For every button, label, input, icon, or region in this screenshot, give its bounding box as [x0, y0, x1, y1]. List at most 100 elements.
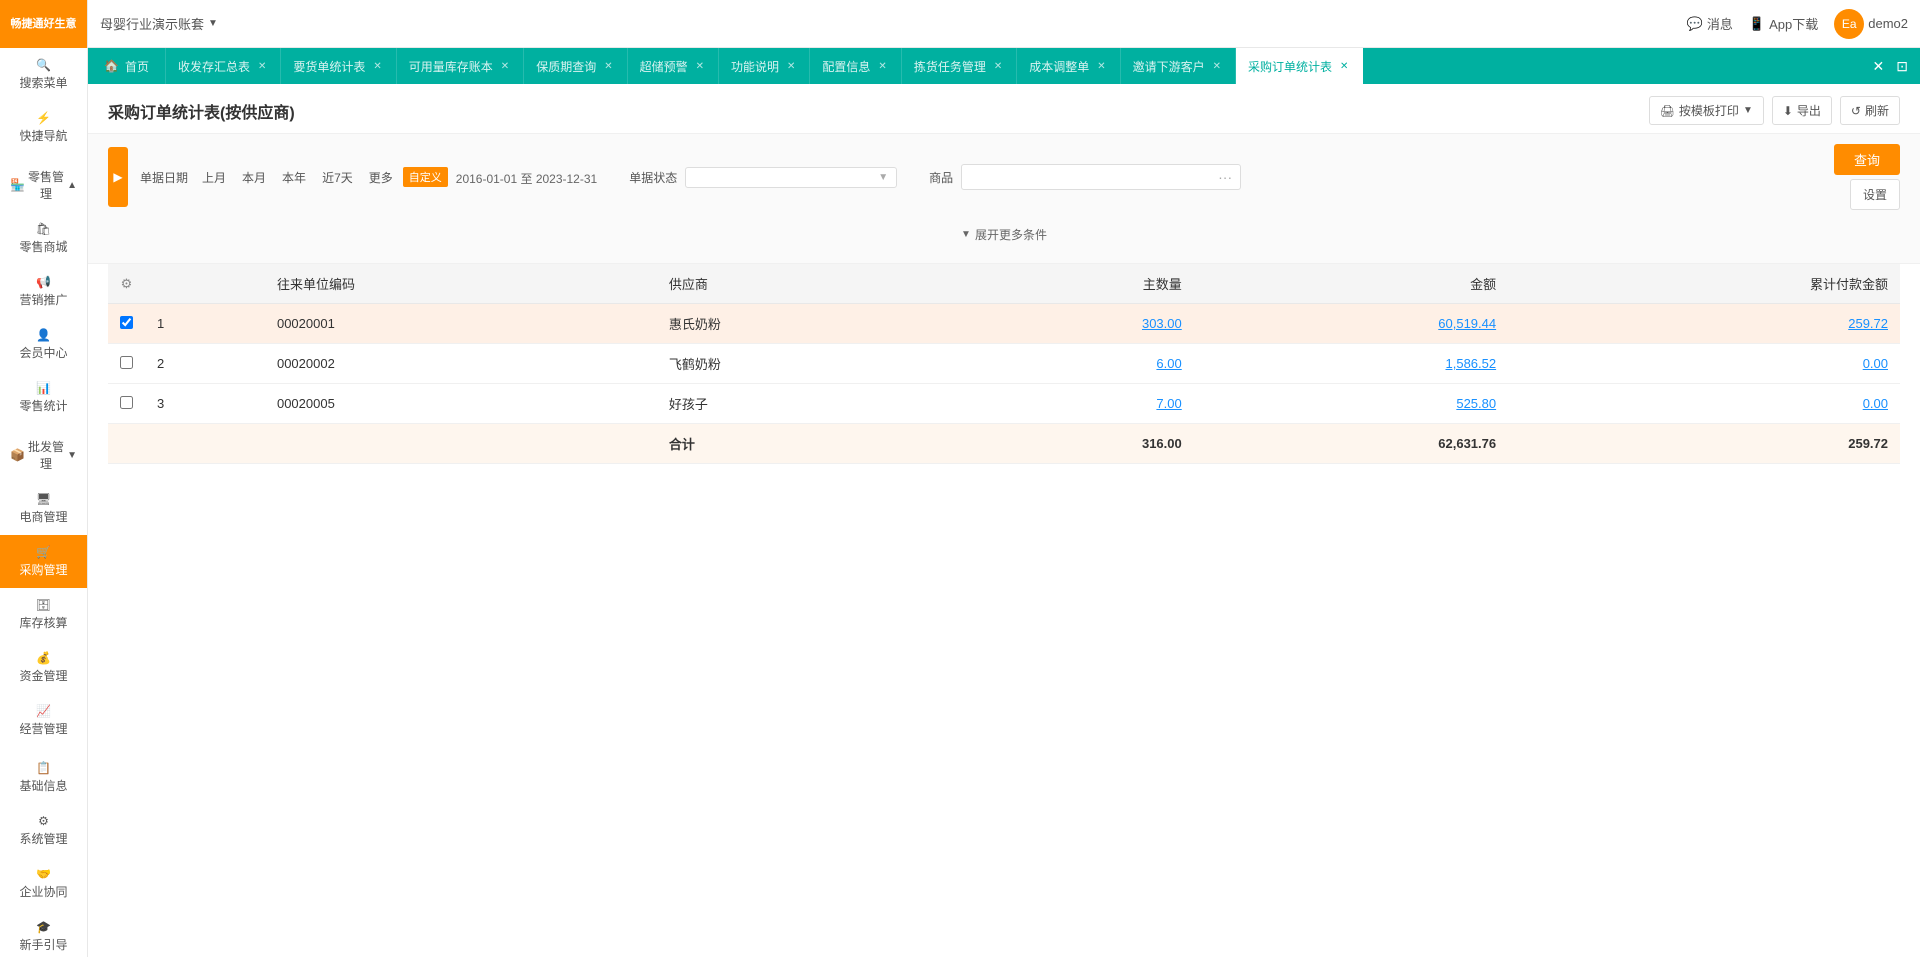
sidebar-item-retail-stat[interactable]: 📊 零售统计 — [0, 371, 87, 424]
date-shortcut-this-year[interactable]: 本年 — [276, 167, 312, 188]
settings-button[interactable]: 设置 — [1850, 179, 1900, 210]
amount-link[interactable]: 60,519.44 — [1438, 316, 1496, 331]
sidebar-item-search[interactable]: 🔍 搜索菜单 — [0, 48, 87, 101]
sidebar-item-marketing[interactable]: 📢 营销推广 — [0, 265, 87, 318]
tab-config-close[interactable]: ✕ — [876, 59, 888, 74]
row-checkbox[interactable] — [108, 384, 145, 424]
sidebar-item-retail-store[interactable]: 🛍 零售商城 — [0, 212, 87, 265]
paid-amount-link[interactable]: 0.00 — [1863, 356, 1888, 371]
filter-collapse-button[interactable]: ▶ — [108, 147, 128, 207]
row-main-qty[interactable]: 7.00 — [949, 384, 1194, 424]
main-qty-link[interactable]: 6.00 — [1156, 356, 1181, 371]
tab-purchase-stat[interactable]: 采购订单统计表 ✕ — [1236, 48, 1363, 84]
sidebar-item-wholesale[interactable]: 📦 批发管理 ▼ — [0, 428, 87, 482]
date-shortcut-7days[interactable]: 近7天 — [316, 167, 359, 188]
row-checkbox[interactable] — [108, 304, 145, 344]
date-shortcut-last-month[interactable]: 上月 — [196, 167, 232, 188]
tab-overstock[interactable]: 超储预警 ✕ — [628, 48, 719, 84]
amount-link[interactable]: 525.80 — [1456, 396, 1496, 411]
row-main-qty[interactable]: 6.00 — [949, 344, 1194, 384]
sidebar-item-quicknav[interactable]: ⚡ 快捷导航 — [0, 101, 87, 154]
tab-purchase-stat-close[interactable]: ✕ — [1338, 59, 1350, 74]
tab-requisition-close[interactable]: ✕ — [371, 59, 383, 74]
refresh-button[interactable]: ↺ 刷新 — [1840, 96, 1900, 125]
goods-input[interactable]: ··· — [961, 164, 1241, 190]
sidebar-item-basic-info[interactable]: 📋 基础信息 — [0, 751, 87, 804]
column-settings-icon[interactable]: ⚙ — [121, 276, 133, 291]
main-qty-link[interactable]: 303.00 — [1142, 316, 1182, 331]
table-row[interactable]: 1 00020001 惠氏奶粉 303.00 60,519.44 259.72 — [108, 304, 1900, 344]
table-row[interactable]: 2 00020002 飞鹤奶粉 6.00 1,586.52 0.00 — [108, 344, 1900, 384]
row-amount[interactable]: 1,586.52 — [1194, 344, 1508, 384]
tab-invite-close[interactable]: ✕ — [1211, 59, 1223, 74]
expand-more-button[interactable]: ▼ 展开更多条件 — [961, 222, 1047, 247]
sidebar-item-enterprise[interactable]: 🤝 企业协同 — [0, 857, 87, 910]
tab-requisition[interactable]: 要货单统计表 ✕ — [281, 48, 396, 84]
close-all-tabs-button[interactable]: ✕ — [1869, 54, 1889, 79]
tab-cost-adj-close[interactable]: ✕ — [1095, 59, 1107, 74]
more-icon: ··· — [1218, 169, 1232, 185]
sidebar-item-label: 基础信息 — [19, 777, 67, 794]
tab-pick-task-close[interactable]: ✕ — [992, 59, 1004, 74]
sidebar-item-operations[interactable]: 📈 经营管理 — [0, 694, 87, 747]
sidebar-item-member[interactable]: 👤 会员中心 — [0, 318, 87, 371]
date-shortcut-this-month[interactable]: 本月 — [236, 167, 272, 188]
sidebar-item-retail[interactable]: 🏪 零售管理 ▲ — [0, 158, 87, 212]
app-download-button[interactable]: 📱 App下载 — [1749, 14, 1818, 33]
th-paid-amount: 累计付款金额 — [1508, 264, 1900, 304]
restore-tab-button[interactable]: ⊡ — [1892, 54, 1912, 79]
tab-cost-adj[interactable]: 成本调整单 ✕ — [1017, 48, 1120, 84]
table-row[interactable]: 3 00020005 好孩子 7.00 525.80 0.00 — [108, 384, 1900, 424]
main-qty-link[interactable]: 7.00 — [1156, 396, 1181, 411]
enterprise-icon: 🤝 — [36, 867, 51, 881]
message-button[interactable]: 💬 消息 — [1687, 14, 1733, 33]
sidebar-item-ecommerce[interactable]: 🖥 电商管理 — [0, 482, 87, 535]
sidebar-item-inventory[interactable]: 🗄 库存核算 — [0, 588, 87, 641]
tab-function[interactable]: 功能说明 ✕ — [719, 48, 810, 84]
expand-more-row: ▼ 展开更多条件 — [108, 216, 1900, 253]
goods-filter-item: 商品 ··· — [929, 164, 1241, 190]
marketing-icon: 📢 — [36, 275, 51, 289]
row-amount[interactable]: 60,519.44 — [1194, 304, 1508, 344]
query-button[interactable]: 查询 — [1834, 144, 1900, 175]
row-checkbox[interactable] — [108, 344, 145, 384]
tab-stock-close[interactable]: ✕ — [499, 59, 511, 74]
tab-home[interactable]: 🏠 首页 — [88, 48, 166, 84]
sidebar-item-finance[interactable]: 💰 资金管理 — [0, 641, 87, 694]
tab-receive[interactable]: 收发存汇总表 ✕ — [166, 48, 281, 84]
tab-function-close[interactable]: ✕ — [785, 59, 797, 74]
tab-warranty-close[interactable]: ✕ — [602, 59, 614, 74]
message-icon: 💬 — [1687, 16, 1703, 32]
status-select[interactable]: ▼ — [685, 167, 897, 188]
search-icon: 🔍 — [36, 58, 51, 72]
tab-overstock-close[interactable]: ✕ — [694, 59, 706, 74]
expand-more-label: 展开更多条件 — [975, 226, 1047, 243]
tab-receive-close[interactable]: ✕ — [256, 59, 268, 74]
sidebar-item-newbie[interactable]: 🎓 新手引导 — [0, 910, 87, 957]
sidebar-item-purchase[interactable]: 🛒 采购管理 — [0, 535, 87, 588]
newbie-icon: 🎓 — [36, 920, 51, 934]
row-paid-amount[interactable]: 0.00 — [1508, 384, 1900, 424]
user-menu[interactable]: Ea demo2 — [1834, 9, 1908, 39]
paid-amount-link[interactable]: 259.72 — [1848, 316, 1888, 331]
sidebar-item-system[interactable]: ⚙ 系统管理 — [0, 804, 87, 857]
tab-stock[interactable]: 可用量库存账本 ✕ — [397, 48, 524, 84]
tab-invite[interactable]: 邀请下游客户 ✕ — [1121, 48, 1236, 84]
status-filter-label: 单据状态 — [629, 169, 677, 186]
tab-pick-task[interactable]: 拣货任务管理 ✕ — [902, 48, 1017, 84]
export-button[interactable]: ⬇ 导出 — [1772, 96, 1832, 125]
row-paid-amount[interactable]: 259.72 — [1508, 304, 1900, 344]
row-main-qty[interactable]: 303.00 — [949, 304, 1194, 344]
row-amount[interactable]: 525.80 — [1194, 384, 1508, 424]
industry-selector[interactable]: 母婴行业演示账套 ▼ — [100, 14, 218, 33]
paid-amount-link[interactable]: 0.00 — [1863, 396, 1888, 411]
row-supplier: 好孩子 — [657, 384, 949, 424]
date-custom-badge[interactable]: 自定义 — [403, 167, 448, 187]
table-header-row: ⚙ 往来单位编码 供应商 主数量 金额 累计付款金额 — [108, 264, 1900, 304]
print-template-button[interactable]: 🖨 按模板打印 ▼ — [1649, 96, 1764, 125]
amount-link[interactable]: 1,586.52 — [1446, 356, 1497, 371]
tab-warranty[interactable]: 保质期查询 ✕ — [524, 48, 627, 84]
tab-config[interactable]: 配置信息 ✕ — [810, 48, 901, 84]
date-shortcut-more[interactable]: 更多 — [363, 167, 399, 188]
row-paid-amount[interactable]: 0.00 — [1508, 344, 1900, 384]
